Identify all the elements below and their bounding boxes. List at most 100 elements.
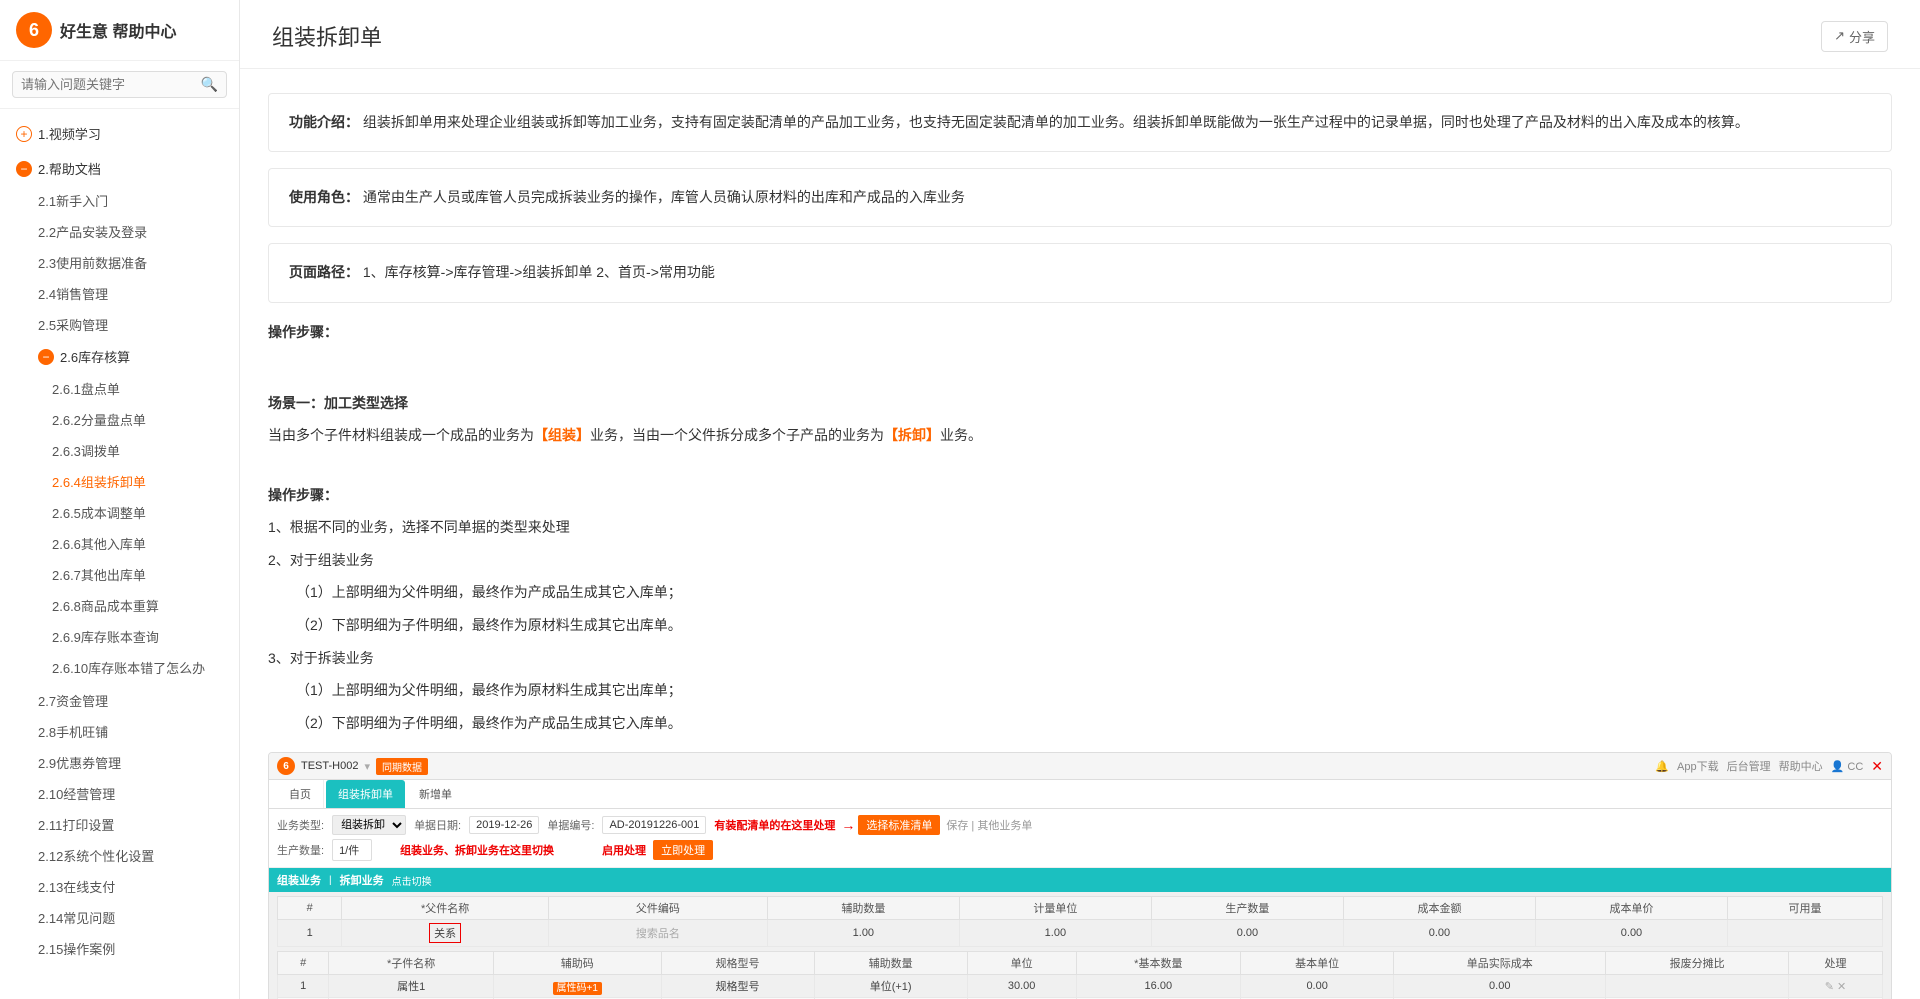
annotation1-area: 有装配清单的在这里处理 → 选择标准清单 保存 | 其他业务单: [714, 815, 1032, 835]
sidebar-item-capital[interactable]: 2.7资金管理: [0, 685, 239, 716]
mock-search-hint[interactable]: 搜索品名: [632, 924, 684, 942]
sidebar-item-partial-stocktake[interactable]: 2.6.2分量盘点单: [0, 404, 239, 435]
sidebar-item-inv-query[interactable]: 2.6.9库存账本查询: [0, 621, 239, 652]
sidebar-item-print[interactable]: 2.11打印设置: [0, 809, 239, 840]
mock-parent-td-cost-amt: 0.00: [1343, 920, 1535, 947]
arrow-icon: →: [841, 817, 855, 833]
sidebar: 6 好生意 帮助中心 🔍 + 1.视频学习 − 2.帮助文档 2.1新手入门: [0, 0, 240, 999]
sidebar-item-cost-adjust[interactable]: 2.6.5成本调整单: [0, 497, 239, 528]
mock-qty-value[interactable]: 1/件: [332, 839, 372, 861]
step2-1: （1）上部明细为父件明细，最终作为产成品生成其它入库单；: [268, 579, 1892, 606]
mock-new-btn[interactable]: 同期数据: [376, 758, 428, 775]
annotation3-text: 启用处理: [602, 845, 646, 857]
search-input[interactable]: [21, 77, 201, 92]
steps-content: 操作步骤： 场景一：加工类型选择 当由多个子件材料组装成一个成品的业务为【组装】…: [268, 319, 1892, 737]
mock-date-label: 单据日期:: [414, 817, 461, 833]
search-icon[interactable]: 🔍: [201, 76, 218, 93]
mock-parent-table-area: # *父件名称 父件编码 辅助数量 计量单位 生产数量 成本金额 成本单价 可用…: [269, 896, 1891, 947]
role-block: 使用角色： 通常由生产人员或库管人员完成拆装业务的操作，库管人员确认原材料的出库…: [268, 168, 1892, 227]
mock-logo: 6: [277, 757, 295, 775]
sidebar-item-management[interactable]: 2.10经营管理: [0, 778, 239, 809]
mock-th-cost-amt: 成本金额: [1343, 897, 1535, 920]
mock-th-aux-qty: 辅助数量: [767, 897, 959, 920]
minus-icon: −: [16, 161, 32, 177]
mock-cth-base-qty: *基本数量: [1076, 952, 1241, 975]
step3-1: （1）上部明细为父件明细，最终作为原材料生成其它出库单；: [268, 677, 1892, 704]
mock-parent-name-input[interactable]: 关系: [429, 923, 461, 943]
step3: 3、对于拆装业务: [268, 645, 1892, 672]
step2: 2、对于组装业务: [268, 547, 1892, 574]
mock-chevron: ▾: [364, 760, 370, 773]
sidebar-item-transfer[interactable]: 2.6.3调拨单: [0, 435, 239, 466]
mock-enable-btn[interactable]: 立即处理: [653, 840, 713, 860]
mock-parent-td-unit: 1.00: [959, 920, 1151, 947]
sidebar-item-inv-error[interactable]: 2.6.10库存账本错了怎么办: [0, 652, 239, 683]
sidebar-item-cost-recalc[interactable]: 2.6.8商品成本重算: [0, 590, 239, 621]
main-content: 组装拆卸单 ↗ 分享 功能介绍： 组装拆卸单用来处理企业组装或拆卸等加工业务，支…: [240, 0, 1920, 999]
sidebar-item-docs[interactable]: − 2.帮助文档: [0, 152, 239, 185]
mock-parent-td-prod: 0.00: [1151, 920, 1343, 947]
sidebar-item-inventory[interactable]: − 2.6库存核算: [0, 340, 239, 373]
mock-cth-scrap: 报废分摊比: [1606, 952, 1789, 975]
mock-type-label: 业务类型:: [277, 817, 324, 833]
mock-top-right: 🔔 App下载 后台管理 帮助中心 👤 CC ✕: [1655, 758, 1883, 775]
mock-th-parent-name: *父件名称: [342, 897, 548, 920]
mock-th-unit: 计量单位: [959, 897, 1151, 920]
sidebar-inventory-label: 2.6库存核算: [60, 347, 223, 366]
mock-edit-icon-1[interactable]: ✎ ✕: [1825, 981, 1847, 993]
mock-parent-td-seq: 1: [278, 920, 342, 947]
sidebar-item-assembly[interactable]: 2.6.4组装拆卸单: [0, 466, 239, 497]
sidebar-item-install[interactable]: 2.2产品安装及登录: [0, 216, 239, 247]
mock-std-list-btn[interactable]: 选择标准清单: [858, 815, 940, 835]
mock-parent-td-avail: [1728, 920, 1883, 947]
mock-admin-label: 后台管理: [1727, 758, 1771, 774]
sidebar-item-personalize[interactable]: 2.12系统个性化设置: [0, 840, 239, 871]
mock-type-select[interactable]: 组装拆卸: [332, 815, 406, 835]
mock-tab-assembly[interactable]: 组装拆卸单: [326, 780, 405, 808]
sidebar-item-coupon[interactable]: 2.9优惠券管理: [0, 747, 239, 778]
path-label: 页面路径：: [289, 264, 359, 280]
sidebar-item-other-in[interactable]: 2.6.6其他入库单: [0, 528, 239, 559]
role-text: 通常由生产人员或库管人员完成拆装业务的操作，库管人员确认原材料的出库和产成品的入…: [363, 189, 965, 205]
nav-group-video: + 1.视频学习: [0, 117, 239, 150]
mock-parent-td-code: 搜索品名: [548, 920, 767, 947]
step2-2: （2）下部明细为子件明细，最终作为原材料生成其它出库单。: [268, 612, 1892, 639]
mock-cth-cost: 单品实际成本: [1394, 952, 1606, 975]
mock-form-row1: 业务类型: 组装拆卸 单据日期: 2019-12-26 单据编号: AD-201…: [277, 815, 1883, 835]
sidebar-item-data-prep[interactable]: 2.3使用前数据准备: [0, 247, 239, 278]
mock-top-left: 6 TEST-H002 ▾ 同期数据: [277, 757, 428, 775]
sidebar-item-mobile[interactable]: 2.8手机旺铺: [0, 716, 239, 747]
mock-tab-new[interactable]: 新增单: [407, 780, 464, 808]
mock-app-label: App下载: [1677, 758, 1719, 774]
mock-cth-aux-qty: 辅助数量: [814, 952, 967, 975]
mock-doc-tabs: 自页 组装拆卸单 新增单: [269, 780, 1891, 809]
search-box[interactable]: 🔍: [12, 71, 227, 98]
mock-parent-row1: 1 关系 搜索品名 1.00 1.00 0.00 0.00: [278, 920, 1883, 947]
mock-org-value[interactable]: AD-20191226-001: [602, 816, 706, 834]
mock-cth-code: 辅助码: [493, 952, 661, 975]
sidebar-item-faq[interactable]: 2.14常见问题: [0, 902, 239, 933]
sidebar-item-purchase[interactable]: 2.5采购管理: [0, 309, 239, 340]
mock-screenshot: 6 TEST-H002 ▾ 同期数据 🔔 App下载 后台管理 帮助中心 👤 C…: [269, 753, 1891, 999]
mock-bar-divider: |: [329, 875, 332, 886]
sidebar-item-payment[interactable]: 2.13在线支付: [0, 871, 239, 902]
nav-sub-sublist-inv: 2.6.1盘点单 2.6.2分量盘点单 2.6.3调拨单 2.6.4组装拆卸单: [0, 373, 239, 683]
sidebar-item-beginner[interactable]: 2.1新手入门: [0, 185, 239, 216]
mock-cth-action: 处理: [1788, 952, 1882, 975]
sidebar-item-other-out[interactable]: 2.6.7其他出库单: [0, 559, 239, 590]
annotation2-text: 组装业务、拆卸业务在这里切换: [400, 845, 554, 857]
sidebar-item-sales[interactable]: 2.4销售管理: [0, 278, 239, 309]
mock-date-value[interactable]: 2019-12-26: [469, 816, 539, 834]
mock-th-avail: 可用量: [1728, 897, 1883, 920]
sidebar-item-cases[interactable]: 2.15操作案例: [0, 933, 239, 964]
sidebar-item-video[interactable]: + 1.视频学习: [0, 117, 239, 150]
mock-parent-td-cost-unit: 0.00: [1535, 920, 1727, 947]
mock-parent-table: # *父件名称 父件编码 辅助数量 计量单位 生产数量 成本金额 成本单价 可用…: [277, 896, 1883, 947]
intro-block: 功能介绍： 组装拆卸单用来处理企业组装或拆卸等加工业务，支持有固定装配清单的产品…: [268, 93, 1892, 152]
mock-close-icon[interactable]: ✕: [1871, 758, 1883, 775]
share-button[interactable]: ↗ 分享: [1821, 21, 1888, 52]
logo-area: 6 好生意 帮助中心: [0, 0, 239, 61]
nav-list: + 1.视频学习 − 2.帮助文档 2.1新手入门 2.2产品安装及登录 2.3…: [0, 109, 239, 999]
mock-tab-home[interactable]: 自页: [277, 780, 324, 808]
sidebar-item-stocktake[interactable]: 2.6.1盘点单: [0, 373, 239, 404]
